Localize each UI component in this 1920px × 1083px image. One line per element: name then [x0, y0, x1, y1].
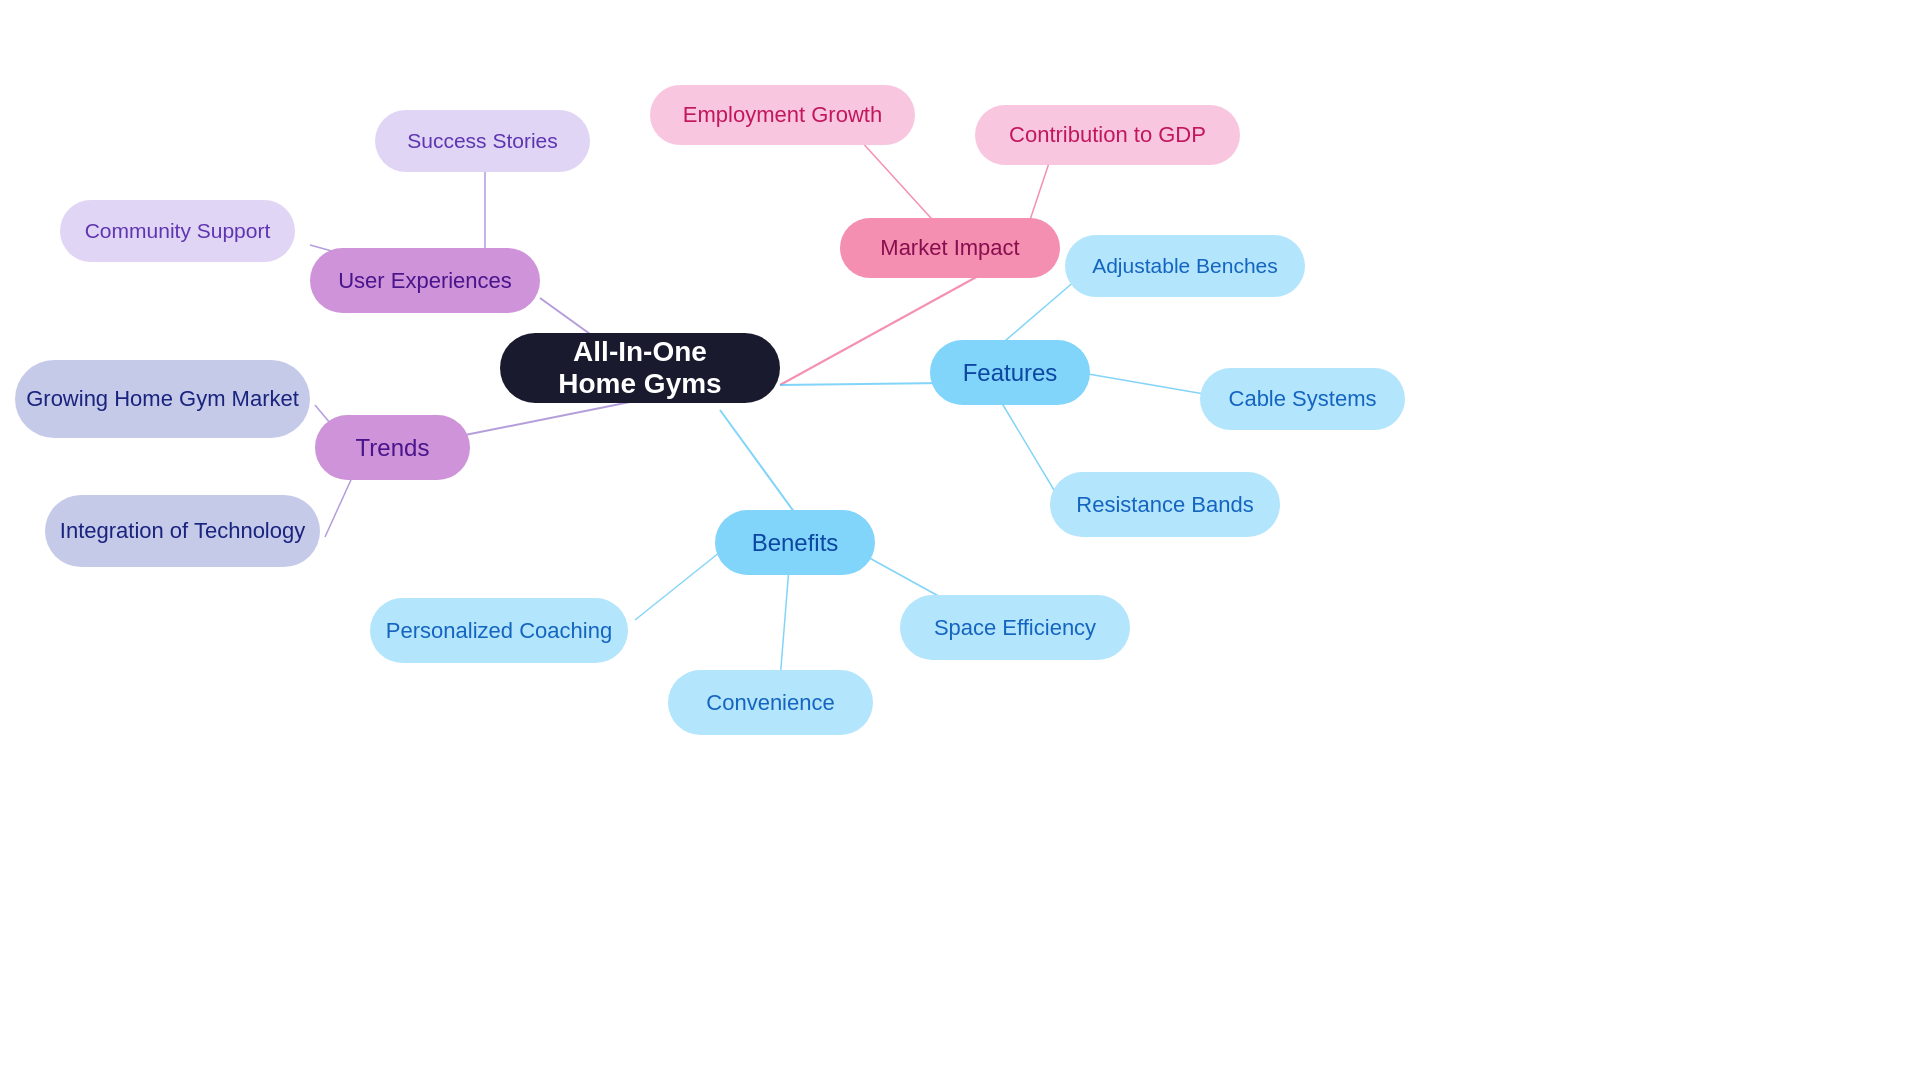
adjustable-benches-node: Adjustable Benches	[1065, 235, 1305, 297]
space-efficiency-label: Space Efficiency	[934, 615, 1096, 641]
growing-home-gym-label: Growing Home Gym Market	[26, 386, 299, 412]
success-stories-label: Success Stories	[407, 129, 558, 153]
market-impact-label: Market Impact	[880, 235, 1019, 261]
growing-home-gym-node: Growing Home Gym Market	[15, 360, 310, 438]
center-node: All-In-One Home Gyms	[500, 333, 780, 403]
personalized-coaching-node: Personalized Coaching	[370, 598, 628, 663]
resistance-bands-node: Resistance Bands	[1050, 472, 1280, 537]
success-stories-node: Success Stories	[375, 110, 590, 172]
svg-line-12	[1000, 400, 1060, 500]
space-efficiency-node: Space Efficiency	[900, 595, 1130, 660]
features-label: Features	[963, 359, 1058, 387]
personalized-coaching-label: Personalized Coaching	[386, 618, 612, 644]
community-support-label: Community Support	[85, 219, 271, 243]
contribution-gdp-label: Contribution to GDP	[1009, 122, 1206, 148]
convenience-label: Convenience	[706, 690, 834, 716]
user-experiences-label: User Experiences	[338, 268, 512, 294]
community-support-node: Community Support	[60, 200, 295, 262]
contribution-gdp-node: Contribution to GDP	[975, 105, 1240, 165]
resistance-bands-label: Resistance Bands	[1076, 492, 1253, 518]
employment-growth-label: Employment Growth	[683, 102, 882, 128]
user-experiences-node: User Experiences	[310, 248, 540, 313]
cable-systems-label: Cable Systems	[1229, 386, 1377, 412]
integration-tech-node: Integration of Technology	[45, 495, 320, 567]
svg-line-9	[780, 383, 945, 385]
center-label: All-In-One Home Gyms	[540, 336, 740, 400]
adjustable-benches-label: Adjustable Benches	[1092, 254, 1278, 278]
trends-node: Trends	[315, 415, 470, 480]
integration-tech-label: Integration of Technology	[60, 518, 305, 544]
cable-systems-node: Cable Systems	[1200, 368, 1405, 430]
convenience-node: Convenience	[668, 670, 873, 735]
svg-line-13	[720, 410, 800, 520]
trends-label: Trends	[356, 434, 430, 462]
benefits-label: Benefits	[752, 529, 839, 557]
market-impact-node: Market Impact	[840, 218, 1060, 278]
employment-growth-node: Employment Growth	[650, 85, 915, 145]
features-node: Features	[930, 340, 1090, 405]
benefits-node: Benefits	[715, 510, 875, 575]
